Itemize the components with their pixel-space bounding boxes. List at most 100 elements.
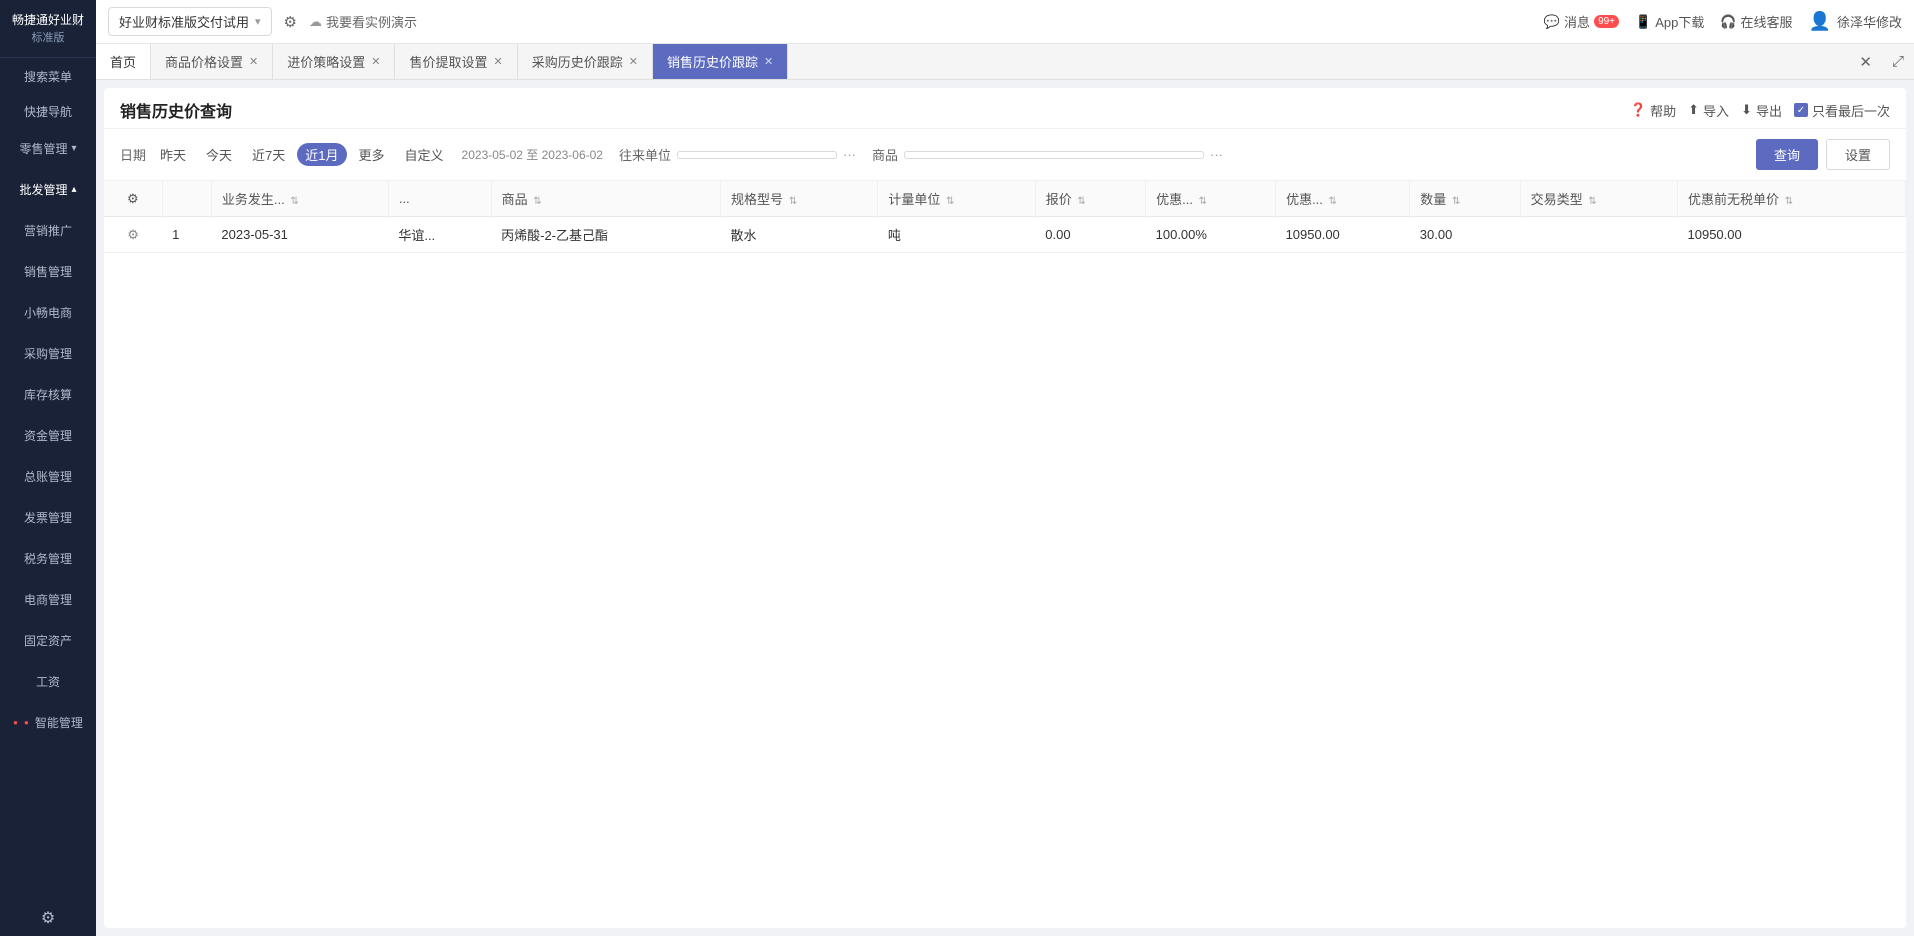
sidebar-item-sales[interactable]: 销售管理 [0, 251, 96, 292]
import-icon: ⬆ [1688, 102, 1699, 118]
sidebar-item-wholesale[interactable]: 批发管理 ▴ [0, 169, 96, 210]
tab-sale-history[interactable]: 销售历史价跟踪 ✕ [653, 44, 788, 79]
sidebar-item-marketing[interactable]: 营销推广 [0, 210, 96, 251]
inventory-label: 库存核算 [24, 386, 72, 403]
close-icon[interactable]: ✕ [494, 55, 503, 68]
purchase-label: 采购管理 [24, 345, 72, 362]
col-price[interactable]: 报价 ⇅ [1035, 181, 1145, 217]
product-more-icon[interactable]: ··· [1210, 147, 1223, 162]
close-window-button[interactable]: ✕ [1849, 47, 1882, 77]
product-input[interactable] [904, 151, 1204, 159]
only-last-checkbox[interactable]: ✓ 只看最后一次 [1794, 101, 1890, 120]
demo-label: 我要看实例演示 [326, 12, 417, 31]
sidebar-item-purchase[interactable]: 采购管理 [0, 333, 96, 374]
checkbox-icon: ✓ [1794, 103, 1808, 117]
topbar-settings-icon[interactable]: ⚙ [284, 13, 297, 31]
close-icon[interactable]: ✕ [249, 55, 258, 68]
chevron-down-icon: ▾ [71, 143, 76, 154]
row-trade-type [1520, 217, 1677, 253]
app-name: 畅捷通好业财 [8, 12, 88, 29]
col-settings[interactable]: ⚙ [104, 181, 162, 217]
date-option-today[interactable]: 今天 [198, 143, 240, 166]
supplier-label: 往来单位 [619, 145, 671, 164]
sidebar-item-finance[interactable]: 资金管理 [0, 415, 96, 456]
tab-purchase-history[interactable]: 采购历史价跟踪 ✕ [518, 44, 653, 79]
sidebar-item-retail[interactable]: 零售管理 ▾ [0, 128, 96, 169]
sidebar-item-salary[interactable]: 工资 [0, 661, 96, 702]
query-button[interactable]: 查询 [1756, 139, 1818, 170]
sidebar-item-smart[interactable]: ● 智能管理 [0, 702, 96, 743]
product-label: 商品 [872, 145, 898, 164]
message-icon: 💬 [1544, 14, 1560, 30]
close-icon[interactable]: ✕ [629, 55, 638, 68]
date-label: 日期 [120, 145, 146, 164]
tab-sale-extract-label: 售价提取设置 [409, 52, 487, 71]
app-download-button[interactable]: 📱 App下载 [1635, 12, 1704, 31]
data-table: ⚙ 业务发生... ⇅ ... 商品 ⇅ 规格型号 [104, 181, 1906, 253]
supplier-more-icon[interactable]: ··· [843, 147, 856, 162]
col-tax-price[interactable]: 优惠前无税单价 ⇅ [1678, 181, 1906, 217]
help-label: 帮助 [1650, 101, 1676, 120]
sort-icon: ⇅ [1785, 196, 1793, 207]
col-discount-pct[interactable]: 优惠... ⇅ [1146, 181, 1276, 217]
message-button[interactable]: 💬 消息 99+ [1544, 12, 1619, 31]
sidebar-item-fixed-assets[interactable]: 固定资产 [0, 620, 96, 661]
headset-icon: 🎧 [1720, 14, 1736, 30]
page-header: 销售历史价查询 ❓ 帮助 ⬆ 导入 ⬇ 导出 ✓ 只看最后一次 [104, 88, 1906, 129]
sidebar-item-search[interactable]: 搜索菜单 [0, 58, 96, 95]
row-supplier: 华谊... [388, 217, 491, 253]
sidebar-logo: 畅捷通好业财 标准版 [0, 0, 96, 58]
sort-icon: ⇅ [789, 196, 797, 207]
col-spec[interactable]: 规格型号 ⇅ [721, 181, 878, 217]
close-icon[interactable]: ✕ [764, 55, 773, 68]
date-option-more[interactable]: 更多 [351, 143, 393, 166]
export-button[interactable]: ⬇ 导出 [1741, 101, 1782, 120]
settings-icon[interactable]: ⚙ [41, 910, 55, 927]
import-button[interactable]: ⬆ 导入 [1688, 101, 1729, 120]
sidebar-item-invoice[interactable]: 发票管理 [0, 497, 96, 538]
sort-icon: ⇅ [1329, 196, 1337, 207]
close-icon[interactable]: ✕ [371, 55, 380, 68]
date-option-custom[interactable]: 自定义 [397, 143, 452, 166]
sort-icon: ⇅ [1452, 196, 1460, 207]
sidebar-item-inventory[interactable]: 库存核算 [0, 374, 96, 415]
tab-price-settings[interactable]: 商品价格设置 ✕ [151, 44, 273, 79]
supplier-input[interactable] [677, 151, 837, 159]
sort-icon: ⇅ [1077, 196, 1085, 207]
tab-purchase-strategy[interactable]: 进价策略设置 ✕ [273, 44, 395, 79]
sort-icon: ⇅ [1199, 196, 1207, 207]
tab-home[interactable]: 首页 [96, 44, 151, 79]
col-qty[interactable]: 数量 ⇅ [1410, 181, 1520, 217]
maximize-button[interactable]: ⤢ [1882, 47, 1914, 76]
sidebar-item-ecommerce[interactable]: 电商管理 [0, 579, 96, 620]
col-product[interactable]: 商品 ⇅ [491, 181, 720, 217]
date-option-last1month[interactable]: 近1月 [297, 143, 346, 166]
col-date[interactable]: 业务发生... ⇅ [211, 181, 388, 217]
col-trade-type[interactable]: 交易类型 ⇅ [1520, 181, 1677, 217]
app-download-label: App下载 [1655, 12, 1704, 31]
tab-sale-extract[interactable]: 售价提取设置 ✕ [395, 44, 517, 79]
col-unit[interactable]: 计量单位 ⇅ [878, 181, 1035, 217]
tab-purchase-strategy-label: 进价策略设置 [287, 52, 365, 71]
product-filter: 商品 ··· [872, 145, 1223, 164]
sidebar-item-ecommerce-small[interactable]: 小畅电商 [0, 292, 96, 333]
sidebar-item-quick-nav[interactable]: 快捷导航 [0, 95, 96, 128]
topbar: 好业财标准版交付试用 ▾ ⚙ ☁ 我要看实例演示 💬 消息 99+ 📱 App下… [96, 0, 1914, 44]
demo-button[interactable]: ☁ 我要看实例演示 [309, 12, 417, 31]
help-button[interactable]: ❓ 帮助 [1630, 101, 1676, 120]
sidebar-item-general-ledger[interactable]: 总账管理 [0, 456, 96, 497]
date-options: 昨天 今天 近7天 近1月 更多 自定义 [152, 143, 452, 166]
sidebar-item-tax[interactable]: 税务管理 [0, 538, 96, 579]
row-discount-pct: 100.00% [1146, 217, 1276, 253]
ecommerce-small-label: 小畅电商 [24, 304, 72, 321]
date-option-yesterday[interactable]: 昨天 [152, 143, 194, 166]
col-more[interactable]: ... [388, 181, 491, 217]
date-option-last7[interactable]: 近7天 [244, 143, 293, 166]
settings-button[interactable]: 设置 [1826, 139, 1890, 170]
online-service-button[interactable]: 🎧 在线客服 [1720, 12, 1792, 31]
row-settings[interactable]: ⚙ [104, 217, 162, 253]
col-discount-price[interactable]: 优惠... ⇅ [1276, 181, 1410, 217]
product-selector[interactable]: 好业财标准版交付试用 ▾ [108, 7, 272, 36]
user-profile[interactable]: 👤 徐泽华修改 [1809, 11, 1902, 32]
message-badge: 99+ [1594, 15, 1619, 28]
